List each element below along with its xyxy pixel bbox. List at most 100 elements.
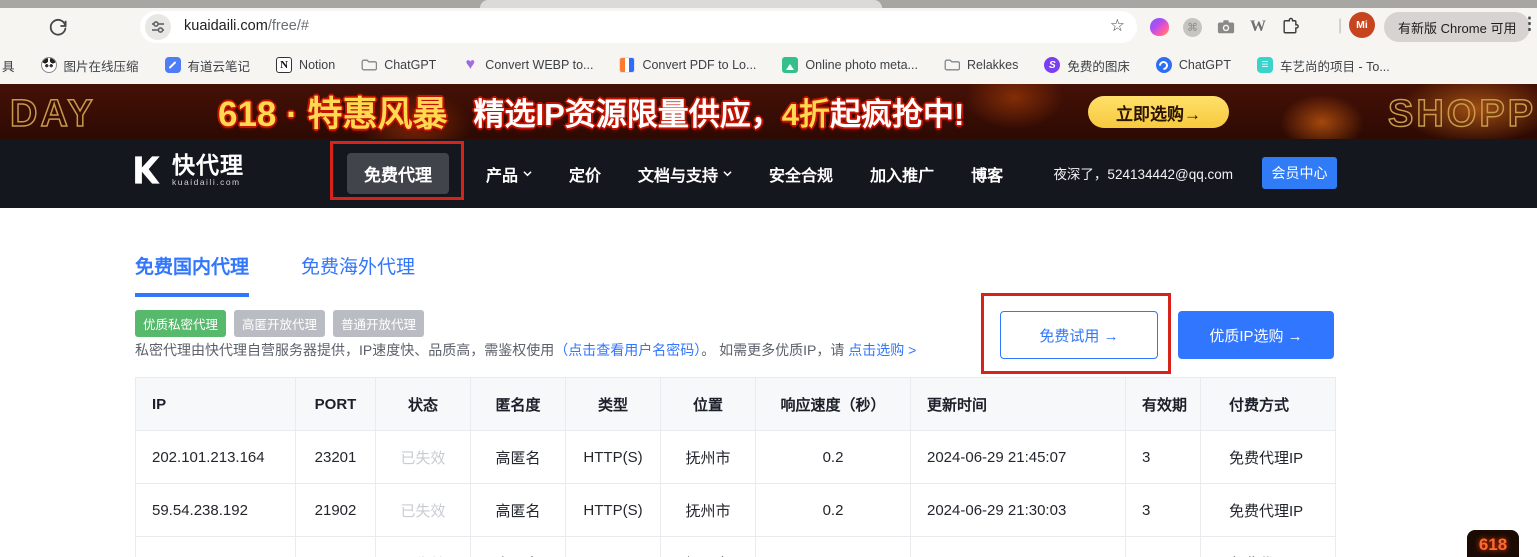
col-header-status: 状态	[376, 378, 471, 431]
banner-right-decoration: SHOPPING	[1388, 93, 1537, 136]
col-header-payment: 付费方式	[1201, 378, 1336, 431]
cell-ip: 59.54.238.192	[136, 484, 296, 537]
extension-icons: ⌘ W	[1150, 12, 1300, 42]
tab-domestic-free-proxy[interactable]: 免费国内代理	[135, 252, 249, 297]
bookmark-folder[interactable]: Relakkes	[944, 57, 1018, 73]
site-settings-icon[interactable]	[145, 14, 171, 40]
profile-avatar[interactable]: Mi	[1349, 12, 1375, 38]
table-row: 117.57.93.105 21012 已失效 高匿名 HTTP(S) 抚州市 …	[136, 537, 1336, 557]
nav-item-free-proxy[interactable]: 免费代理	[347, 153, 449, 194]
teal-app-icon: ☰	[1257, 57, 1273, 73]
bookmark-item[interactable]: ☰ 车艺尚的项目 - To...	[1257, 56, 1390, 75]
active-browser-tab[interactable]	[480, 0, 882, 8]
proxy-type-tags: 优质私密代理 高匿开放代理 普通开放代理	[135, 310, 424, 337]
bookmark-item[interactable]: 有道云笔记	[165, 56, 251, 75]
bookmark-item[interactable]: Convert PDF to Lo...	[619, 57, 756, 73]
col-header-updated: 更新时间	[911, 378, 1126, 431]
bookmark-item[interactable]: N Notion	[276, 57, 335, 73]
bookmark-item[interactable]: ♥ Convert WEBP to...	[462, 57, 593, 73]
cell-type: HTTP(S)	[566, 431, 661, 484]
url-text[interactable]: kuaidaili.com/free/#	[184, 18, 309, 34]
proxy-description: 私密代理由快代理自营服务器提供，IP速度快、品质高，需鉴权使用（点击查看用户名密…	[135, 340, 916, 360]
bookmark-star-icon[interactable]: ☆	[1110, 16, 1125, 36]
nav-item-pricing[interactable]: 定价	[569, 162, 601, 186]
tag-private-proxy[interactable]: 优质私密代理	[135, 310, 226, 337]
view-credentials-link[interactable]: （点击查看用户名密码）	[554, 342, 701, 358]
command-extension-icon[interactable]: ⌘	[1183, 18, 1202, 37]
cell-anonymity: 高匿名	[471, 431, 566, 484]
nav-item-affiliate[interactable]: 加入推广	[870, 162, 934, 186]
bookmark-label: Convert WEBP to...	[485, 58, 593, 72]
bookmark-label: ChatGPT	[384, 58, 436, 72]
bookmark-folder[interactable]: ChatGPT	[361, 57, 436, 73]
chrome-update-button[interactable]: 有新版 Chrome 可用	[1384, 12, 1530, 42]
extensions-puzzle-icon[interactable]	[1280, 17, 1300, 37]
cell-port: 21902	[296, 484, 376, 537]
browser-menu-icon[interactable]: ⋮	[1521, 14, 1537, 34]
url-bar[interactable]: kuaidaili.com/free/# ☆	[140, 11, 1137, 43]
url-path: /free/#	[268, 18, 309, 34]
banner-subtitle: 精选IP资源限量供应，4折起疯抢中!	[474, 89, 965, 134]
bookmark-label: ChatGPT	[1179, 58, 1231, 72]
premium-ip-buy-button[interactable]: 优质IP选购 →	[1178, 311, 1334, 359]
wikipedia-extension-icon[interactable]: W	[1250, 18, 1266, 36]
proxy-table: IP PORT 状态 匿名度 类型 位置 响应速度（秒） 更新时间 有效期 付费…	[135, 377, 1336, 557]
logo-subtext: kuaidaili.com	[172, 177, 244, 187]
site-navbar: 快代理 kuaidaili.com 免费代理 产品 定价 文档与支持 安全合规 …	[0, 139, 1537, 208]
photo-icon	[782, 57, 798, 73]
kuaidaili-logo-icon	[130, 153, 164, 187]
cell-validity: 3	[1126, 537, 1201, 557]
nav-item-docs[interactable]: 文档与支持	[638, 162, 732, 186]
bookmark-item[interactable]: 图片在线压缩	[41, 56, 139, 75]
bookmark-label: 具	[2, 56, 15, 75]
tag-normal-open-proxy[interactable]: 普通开放代理	[333, 310, 424, 337]
reload-icon[interactable]	[46, 15, 70, 39]
bookmark-label: 车艺尚的项目 - To...	[1280, 56, 1390, 75]
camera-extension-icon[interactable]	[1216, 18, 1236, 36]
cell-status: 已失效	[376, 537, 471, 557]
panda-icon	[41, 57, 57, 73]
chevron-down-icon	[723, 169, 732, 178]
cell-speed: 0.2	[756, 537, 911, 557]
cell-ip: 202.101.213.164	[136, 431, 296, 484]
floating-618-badge[interactable]: 618	[1467, 530, 1519, 557]
col-header-speed: 响应速度（秒）	[756, 378, 911, 431]
cell-location: 抚州市	[661, 537, 756, 557]
promo-banner[interactable]: DAY 618 · 特惠风暴 精选IP资源限量供应，4折起疯抢中! 立即选购→ …	[0, 84, 1537, 139]
cell-speed: 0.2	[756, 431, 911, 484]
col-header-port: PORT	[296, 378, 376, 431]
browser-toolbar: kuaidaili.com/free/# ☆ ⌘ W | Mi 有新版 Chro…	[0, 8, 1537, 46]
brain-extension-icon[interactable]	[1150, 18, 1169, 36]
nav-item-blog[interactable]: 博客	[971, 162, 1003, 186]
cell-type: HTTP(S)	[566, 537, 661, 557]
bookmark-item[interactable]: 具	[2, 56, 15, 75]
nav-item-compliance[interactable]: 安全合规	[769, 162, 833, 186]
cell-updated: 2024-06-29 21:15:09	[911, 537, 1126, 557]
tab-overseas-free-proxy[interactable]: 免费海外代理	[301, 252, 415, 297]
nav-menu: 免费代理 产品 定价 文档与支持 安全合规 加入推广 博客	[347, 139, 1003, 208]
site-logo[interactable]: 快代理 kuaidaili.com	[130, 153, 244, 187]
heart-icon: ♥	[462, 57, 478, 73]
member-center-button[interactable]: 会员中心	[1262, 157, 1337, 189]
buy-more-link[interactable]: 点击选购 >	[848, 342, 916, 358]
notion-icon: N	[276, 57, 292, 73]
cell-validity: 3	[1126, 484, 1201, 537]
cell-updated: 2024-06-29 21:30:03	[911, 484, 1126, 537]
chevron-down-icon	[523, 169, 532, 178]
bookmark-label: Convert PDF to Lo...	[642, 58, 756, 72]
col-header-validity: 有效期	[1126, 378, 1201, 431]
cell-status: 已失效	[376, 431, 471, 484]
bookmark-item[interactable]: Online photo meta...	[782, 57, 918, 73]
bookmark-label: 图片在线压缩	[64, 56, 139, 75]
logo-text: 快代理	[172, 153, 244, 177]
bookmark-item[interactable]: S免费的图床	[1044, 56, 1130, 75]
bookmark-label: Notion	[299, 58, 335, 72]
cell-location: 抚州市	[661, 484, 756, 537]
bookmark-item[interactable]: ChatGPT	[1156, 57, 1231, 73]
blue-swirl-icon	[1156, 57, 1172, 73]
banner-buy-now-button[interactable]: 立即选购→	[1088, 96, 1229, 128]
tag-anonymous-open-proxy[interactable]: 高匿开放代理	[234, 310, 325, 337]
nav-item-products[interactable]: 产品	[486, 162, 532, 186]
free-trial-button[interactable]: 免费试用 →	[1000, 311, 1158, 359]
url-domain: kuaidaili.com	[184, 18, 268, 34]
